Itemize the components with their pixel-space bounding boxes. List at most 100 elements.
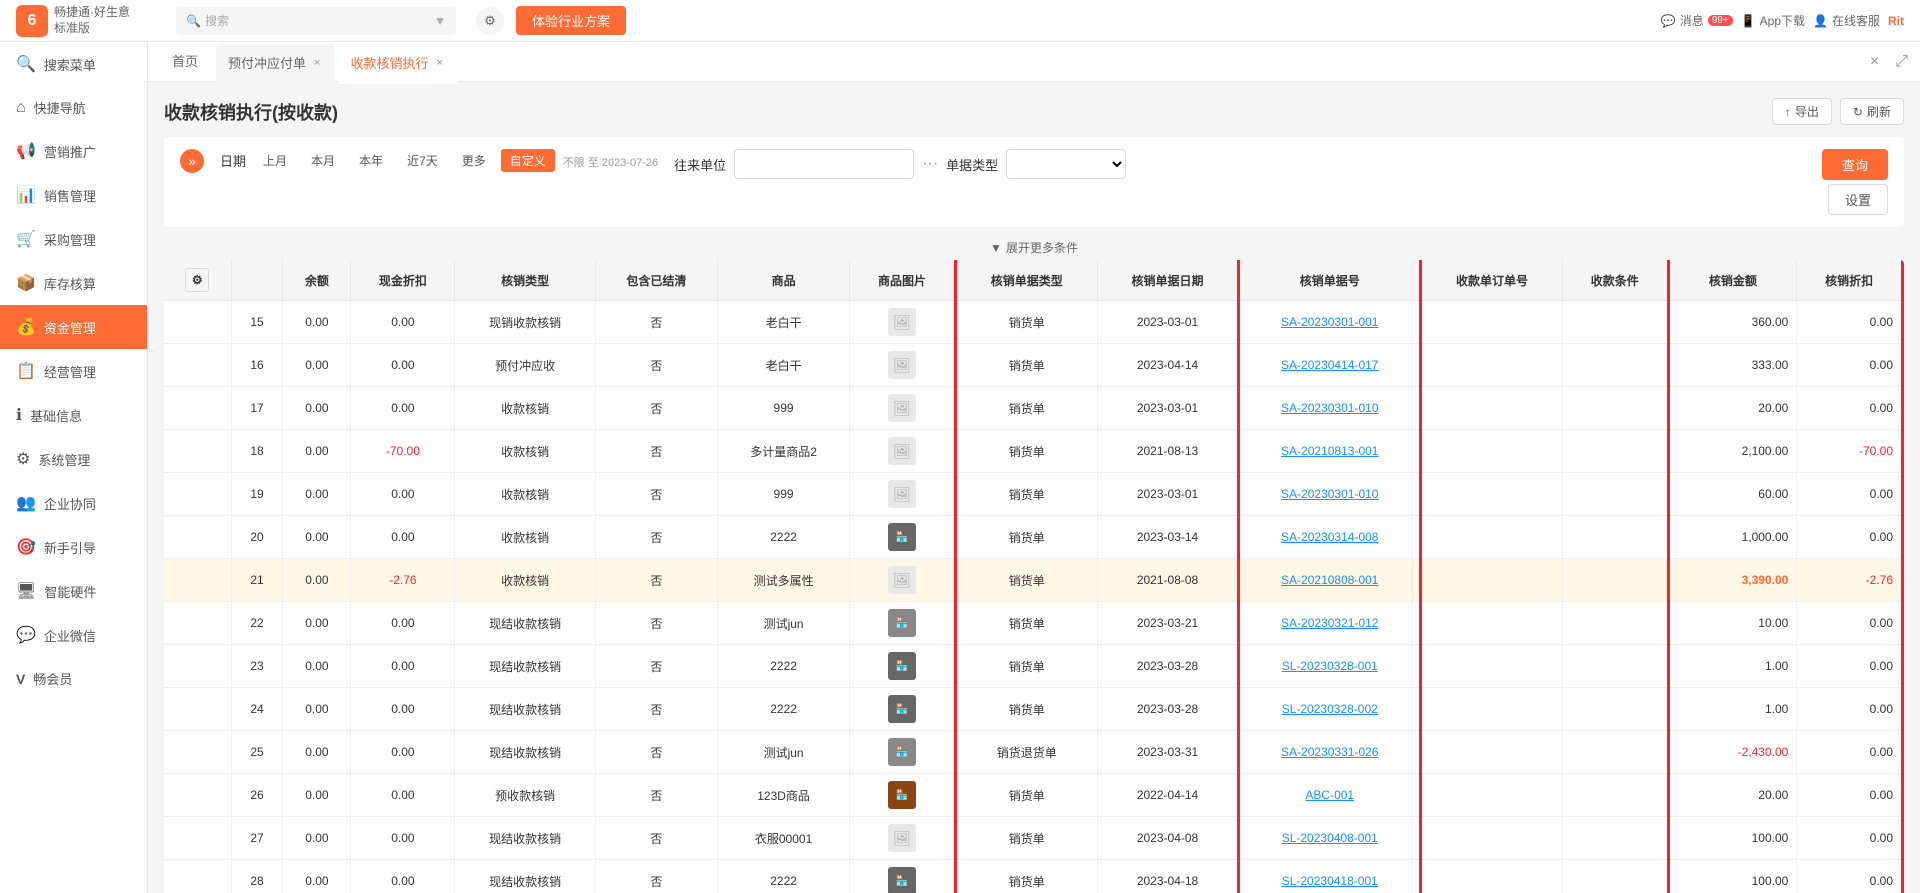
cell-product: 2222 — [717, 516, 849, 559]
table-row[interactable]: 240.000.00现结收款核销否2222🏪销货单2023-03-28SL-20… — [164, 688, 1903, 731]
sidebar-item-member[interactable]: V 畅会员 — [0, 657, 147, 700]
product-img: 🏪 — [888, 867, 916, 893]
table-row[interactable]: 260.000.00预收款核销否123D商品🏪销货单2022-04-14ABC-… — [164, 774, 1903, 817]
table-row[interactable]: 170.000.00收款核销否999🖼销货单2023-03-01SA-20230… — [164, 387, 1903, 430]
settings-icon[interactable]: ⚙ — [476, 7, 504, 35]
table-row[interactable]: 180.00-70.00收款核销否多计量商品2🖼销货单2021-08-13SA-… — [164, 430, 1903, 473]
cell-product-img: 🏪 — [850, 516, 956, 559]
cell-cancel-discount: 0.00 — [1797, 774, 1903, 817]
table-row[interactable]: 250.000.00现结收款核销否测试jun🏪销货退货单2023-03-31SA… — [164, 731, 1903, 774]
cell-cancel-no: SA-20230301-010 — [1239, 387, 1421, 430]
cancel-no-link[interactable]: SA-20230301-001 — [1281, 315, 1378, 329]
sidebar-item-system[interactable]: ⚙ 系统管理 — [0, 437, 147, 481]
win-close-btn[interactable]: × — [1866, 49, 1883, 75]
cell-cancel-date: 2023-04-18 — [1097, 860, 1239, 893]
cancel-no-link[interactable]: SA-20230314-008 — [1281, 530, 1378, 544]
tab-cancel-close[interactable]: × — [434, 56, 444, 70]
cell-cancel-type: 现结收款核销 — [455, 860, 595, 893]
sidebar-item-inventory[interactable]: 📦 库存核算 — [0, 261, 147, 305]
cell-cancel-type: 现销收款核销 — [455, 301, 595, 344]
cancel-no-link[interactable]: SA-20230331-026 — [1281, 745, 1378, 759]
ellipsis-btn[interactable]: ··· — [922, 155, 938, 173]
cell-product-img: 🏪 — [850, 774, 956, 817]
table-row[interactable]: 150.000.00现销收款核销否老白干🖼销货单2023-03-01SA-202… — [164, 301, 1903, 344]
sidebar-item-sales[interactable]: 📊 销售管理 — [0, 173, 147, 217]
cancel-no-link[interactable]: SA-20210808-001 — [1281, 573, 1378, 587]
cell-cancel-no: SA-20230301-010 — [1239, 473, 1421, 516]
top-search[interactable]: 🔍 搜索 ▼ — [176, 7, 456, 35]
cancel-no-link[interactable]: SA-20230414-017 — [1281, 358, 1378, 372]
col-settings-icon[interactable]: ⚙ — [185, 268, 209, 292]
win-expand-btn[interactable]: ⤢ — [1891, 49, 1912, 75]
table-row[interactable]: 160.000.00预付冲应收否老白干🖼销货单2023-04-14SA-2023… — [164, 344, 1903, 387]
cancel-no-link[interactable]: SA-20230301-010 — [1281, 487, 1378, 501]
filter-toggle-btn[interactable]: » — [180, 149, 204, 173]
date-btn-more[interactable]: 更多 — [453, 149, 495, 172]
user-btn[interactable]: Rit — [1888, 14, 1904, 28]
tab-prepay-close[interactable]: × — [312, 56, 322, 70]
date-btn-this-year[interactable]: 本年 — [350, 149, 392, 172]
app-download-btn[interactable]: 📱 App下载 — [1741, 12, 1805, 29]
cancel-no-link[interactable]: SL-20230418-001 — [1282, 874, 1378, 888]
refresh-btn[interactable]: ↻ 刷新 — [1840, 98, 1904, 125]
table-row[interactable]: 270.000.00现结收款核销否衣服00001🖼销货单2023-04-08SL… — [164, 817, 1903, 860]
partner-input[interactable] — [734, 149, 914, 179]
sidebar-item-finance[interactable]: 💰 资金管理 — [0, 305, 147, 349]
partner-label: 往来单位 — [674, 155, 726, 174]
filter-settings-btn[interactable]: 设置 — [1828, 184, 1888, 215]
cancel-no-link[interactable]: SA-20230301-010 — [1281, 401, 1378, 415]
sidebar-item-hardware[interactable]: 🖥 智能硬件 — [0, 569, 147, 613]
sidebar-item-quicknav[interactable]: ⌂ 快捷导航 — [0, 86, 147, 129]
online-service-btn[interactable]: 👤 在线客服 — [1813, 12, 1880, 29]
cancel-no-link[interactable]: SL-20230328-002 — [1282, 702, 1378, 716]
cell-cash-discount: 0.00 — [351, 301, 455, 344]
table-row[interactable]: 220.000.00现结收款核销否测试jun🏪销货单2023-03-21SA-2… — [164, 602, 1903, 645]
sidebar-item-wechat[interactable]: 💬 企业微信 — [0, 613, 147, 657]
table-row[interactable]: 210.00-2.76收款核销否测试多属性🖼销货单2021-08-08SA-20… — [164, 559, 1903, 602]
col-settings-header[interactable]: ⚙ — [164, 260, 231, 301]
table-row[interactable]: 200.000.00收款核销否2222🏪销货单2023-03-14SA-2023… — [164, 516, 1903, 559]
cell-cancel-amount: 20.00 — [1668, 774, 1797, 817]
cancel-no-link[interactable]: SL-20230408-001 — [1282, 831, 1378, 845]
cell-product: 123D商品 — [717, 774, 849, 817]
cell-settings — [164, 430, 231, 473]
cell-cancel-no: SA-20210808-001 — [1239, 559, 1421, 602]
sidebar-item-collab[interactable]: 👥 企业协同 — [0, 481, 147, 525]
tab-cancel[interactable]: 收款核销执行 × — [338, 44, 456, 84]
cancel-no-link[interactable]: SA-20230321-012 — [1281, 616, 1378, 630]
date-btn-7days[interactable]: 近7天 — [398, 149, 447, 172]
doc-type-select[interactable] — [1006, 149, 1126, 179]
cell-cancel-amount: 1.00 — [1668, 688, 1797, 731]
sidebar: 🔍 搜索菜单 ⌂ 快捷导航 📢 营销推广 📊 销售管理 🛒 采购管理 📦 库存核… — [0, 42, 148, 893]
cell-seq: 22 — [231, 602, 283, 645]
sidebar-item-guide[interactable]: 🎯 新手引导 — [0, 525, 147, 569]
cell-receipt-order — [1421, 301, 1563, 344]
sidebar-item-marketing[interactable]: 📢 营销推广 — [0, 129, 147, 173]
query-btn[interactable]: 查询 — [1822, 149, 1888, 180]
sidebar-item-baseinfo[interactable]: ℹ 基础信息 — [0, 393, 147, 437]
tab-home[interactable]: 首页 — [156, 42, 214, 82]
cell-included-settled: 否 — [595, 473, 717, 516]
table-row[interactable]: 230.000.00现结收款核销否2222🏪销货单2023-03-28SL-20… — [164, 645, 1903, 688]
cell-settings — [164, 774, 231, 817]
export-btn[interactable]: ↑ 导出 — [1772, 98, 1832, 125]
date-btn-this-month[interactable]: 本月 — [302, 149, 344, 172]
cancel-no-link[interactable]: SL-20230328-001 — [1282, 659, 1378, 673]
sidebar-item-operations[interactable]: 📋 经营管理 — [0, 349, 147, 393]
date-btn-last-month[interactable]: 上月 — [254, 149, 296, 172]
expand-bar[interactable]: ▼ 展开更多条件 — [164, 235, 1904, 260]
table-row[interactable]: 280.000.00现结收款核销否2222🏪销货单2023-04-18SL-20… — [164, 860, 1903, 893]
cancel-no-link[interactable]: SA-20210813-001 — [1281, 444, 1378, 458]
sidebar-item-purchase[interactable]: 🛒 采购管理 — [0, 217, 147, 261]
col-cancel-no-header: 核销单据号 — [1239, 260, 1421, 301]
date-btn-custom[interactable]: 自定义 — [501, 149, 555, 172]
tab-prepay[interactable]: 预付冲应付单 × — [216, 44, 334, 84]
sidebar-item-search[interactable]: 🔍 搜索菜单 — [0, 42, 147, 86]
industry-btn[interactable]: 体验行业方案 — [516, 6, 626, 35]
table-row[interactable]: 190.000.00收款核销否999🖼销货单2023-03-01SA-20230… — [164, 473, 1903, 516]
cancel-no-link[interactable]: ABC-001 — [1305, 788, 1354, 802]
message-btn[interactable]: 💬 消息 99+ — [1661, 12, 1733, 29]
col-included-settled-header: 包含已结清 — [595, 260, 717, 301]
cell-balance: 0.00 — [283, 817, 351, 860]
cell-product: 2222 — [717, 860, 849, 893]
